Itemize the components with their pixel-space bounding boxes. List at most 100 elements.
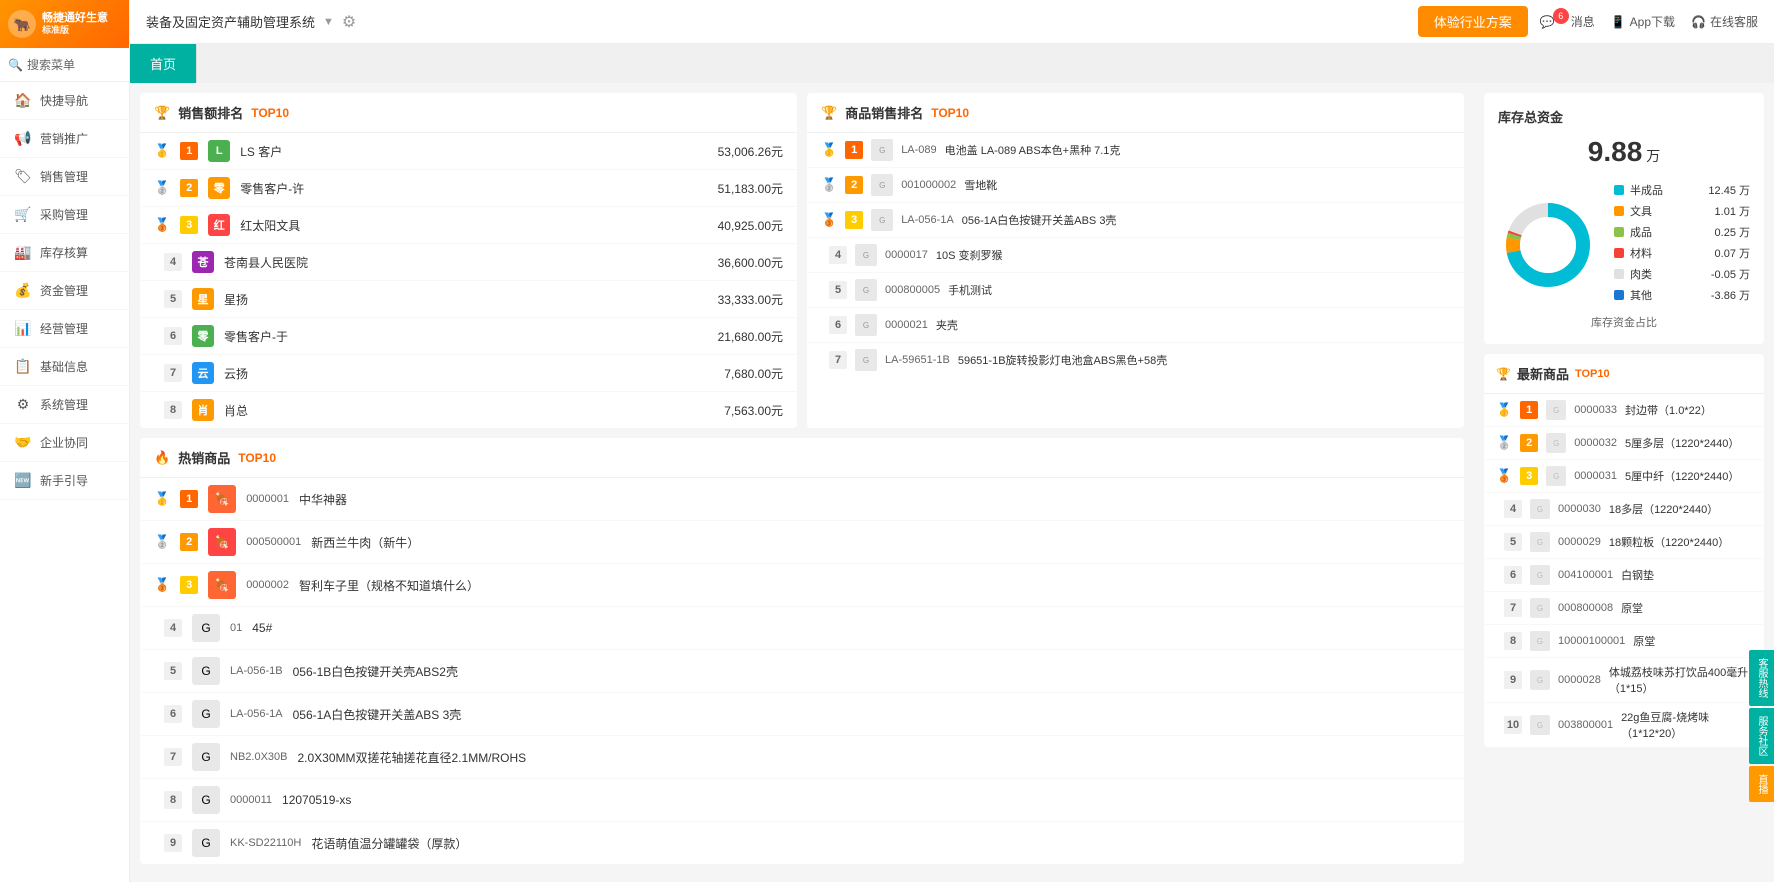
hot-code: LA-056-1A [230, 708, 283, 720]
new-prod-code: 0000028 [1558, 674, 1601, 686]
hot-img: G [192, 614, 220, 642]
hot-name: 智利车子里（规格不知道填什么） [299, 577, 1450, 594]
sidebar-nav: 🏠快捷导航📢营销推广🏷销售管理🛒采购管理🏭库存核算💰资金管理📊经营管理📋基础信息… [0, 82, 129, 882]
trial-button[interactable]: 体验行业方案 [1418, 6, 1528, 37]
rank-num: 7 [164, 364, 182, 382]
legend-name: 成品 [1630, 224, 1709, 240]
sidebar-item-inventory[interactable]: 🏭库存核算 [0, 234, 129, 272]
rank-trophy: 🥇 [154, 143, 170, 159]
hot-rank-num: 2 [180, 533, 198, 551]
rank-num: 6 [164, 327, 182, 345]
product-sales-body: 🥇 1 G LA-089 电池盖 LA-089 ABS本色+黑种 7.1克 🥈 … [807, 133, 1464, 377]
search-menu[interactable]: 🔍 搜索菜单 [0, 48, 129, 82]
hot-products-panel: 🔥 热销商品 TOP10 🥇 1 🍖 0000001 中华神器 🥈 2 🍖 00… [140, 438, 1464, 864]
new-product-item: 9 G 0000028 体城荔枝味苏打饮品400毫升（1*15） [1484, 658, 1764, 703]
new-rank-num: 8 [1504, 632, 1522, 650]
new-rank-num: 10 [1504, 716, 1522, 734]
legend-name: 材料 [1630, 245, 1709, 261]
sidebar-item-purchase[interactable]: 🛒采购管理 [0, 196, 129, 234]
nav-icon-purchase: 🛒 [14, 206, 32, 223]
rank-num: 4 [164, 253, 182, 271]
ranking-row: 7 云 云扬 7,680.00元 [140, 355, 797, 392]
topbar: 装备及固定资产辅助管理系统 ▼ ⚙ 体验行业方案 💬 6 消息 📱 App下载 … [130, 0, 1774, 44]
hot-name: 新西兰牛肉（新牛） [311, 534, 1450, 551]
cs-community[interactable]: 服务社区 [1749, 708, 1774, 764]
cs-live[interactable]: 直播 [1749, 766, 1774, 802]
app-download-btn[interactable]: 📱 App下载 [1611, 13, 1675, 30]
nav-label-guide: 新手引导 [40, 472, 88, 489]
nav-label-enterprise: 企业协同 [40, 434, 88, 451]
product-name: 10S 变刹罗猴 [936, 247, 1450, 263]
hot-item: 5 G LA-056-1B 056-1B白色按键开关壳ABS2壳 [140, 650, 1464, 693]
right-panel: 库存总资金 9.88 万 [1474, 83, 1774, 882]
product-name: 手机测试 [948, 282, 1450, 298]
product-img: G [871, 209, 893, 231]
sidebar-item-marketing[interactable]: 📢营销推广 [0, 120, 129, 158]
product-code: LA-59651-1B [885, 354, 950, 366]
hot-item: 🥉 3 🍖 0000002 智利车子里（规格不知道填什么） [140, 564, 1464, 607]
new-prod-name: 白钢垫 [1621, 567, 1752, 583]
nav-icon-enterprise: 🤝 [14, 434, 32, 451]
hot-products-title: 热销商品 [178, 448, 230, 467]
new-prod-code: 000800008 [1558, 602, 1613, 614]
ranking-row: 5 星 星扬 33,333.00元 [140, 281, 797, 318]
new-prod-name: 封边带（1.0*22） [1625, 402, 1752, 418]
sidebar-item-sales[interactable]: 🏷销售管理 [0, 158, 129, 196]
new-prod-img: G [1546, 433, 1566, 453]
rank-amount: 7,680.00元 [724, 365, 783, 382]
logo-area: 🐂 畅捷通好生意 标准版 [0, 0, 129, 48]
rank-avatar: 零 [192, 325, 214, 347]
nav-icon-inventory: 🏭 [14, 244, 32, 261]
new-prod-img: G [1530, 715, 1550, 735]
settings-icon[interactable]: ⚙ [342, 12, 356, 32]
notifications-btn[interactable]: 💬 6 消息 [1540, 13, 1595, 30]
legend-val: -3.86 万 [1711, 287, 1750, 303]
legend-item: 其他 -3.86 万 [1614, 287, 1750, 303]
product-rank-row: 🥇 1 G LA-089 电池盖 LA-089 ABS本色+黑种 7.1克 [807, 133, 1464, 168]
tab-home[interactable]: 首页 [130, 44, 197, 83]
new-prod-name: 22g鱼豆腐-烧烤味（1*12*20） [1621, 709, 1752, 741]
rank-name: 云扬 [224, 365, 714, 382]
product-rank-num: 3 [845, 211, 863, 229]
sidebar-item-guide[interactable]: 🆕 新手引导 [0, 462, 129, 500]
legend-name: 半成品 [1630, 182, 1702, 198]
sidebar-item-quick-nav[interactable]: 🏠快捷导航 [0, 82, 129, 120]
rank-name: 苍南县人民医院 [224, 254, 708, 271]
top-panels-row: 🏆 销售额排名 TOP10 🥇 1 L LS 客户 53,006.26元 🥈 2… [140, 93, 1464, 428]
cs-hotline[interactable]: 客服热线 [1749, 650, 1774, 706]
sidebar-item-finance[interactable]: 💰资金管理 [0, 272, 129, 310]
hot-trophy-icon: 🔥 [154, 450, 170, 466]
sidebar-item-system[interactable]: ⚙系统管理 [0, 386, 129, 424]
sidebar-item-enterprise[interactable]: 🤝 企业协同 [0, 424, 129, 462]
hot-code: 0000001 [246, 493, 289, 505]
nav-label-finance: 资金管理 [40, 282, 88, 299]
hot-name: 056-1A白色按键开关盖ABS 3壳 [293, 706, 1450, 723]
new-products-title: 最新商品 [1517, 364, 1569, 383]
new-prod-name: 原堂 [1621, 600, 1752, 616]
product-rank-row: 🥈 2 G 001000002 雪地靴 [807, 168, 1464, 203]
nav-icon-guide: 🆕 [14, 472, 32, 489]
rank-amount: 51,183.00元 [718, 180, 783, 197]
app-version: 标准版 [42, 25, 108, 37]
topbar-system: 装备及固定资产辅助管理系统 ▼ ⚙ [146, 12, 1406, 32]
hot-img: 🍖 [208, 528, 236, 556]
new-prod-img: G [1530, 532, 1550, 552]
sidebar-item-base-info[interactable]: 📋基础信息 [0, 348, 129, 386]
logo-text: 畅捷通好生意 标准版 [42, 11, 108, 37]
online-service-btn[interactable]: 🎧 在线客服 [1691, 13, 1758, 30]
dropdown-arrow-icon[interactable]: ▼ [323, 16, 334, 28]
inventory-card: 库存总资金 9.88 万 [1484, 93, 1764, 344]
product-sales-panel: 🏆 商品销售排名 TOP10 🥇 1 G LA-089 电池盖 LA-089 A… [807, 93, 1464, 428]
new-prod-code: 003800001 [1558, 719, 1613, 731]
rank-name: 零售客户-许 [240, 180, 707, 197]
rank-name: 肖总 [224, 402, 714, 419]
sidebar-item-operations[interactable]: 📊经营管理 [0, 310, 129, 348]
ranking-row: 🥇 1 L LS 客户 53,006.26元 [140, 133, 797, 170]
sales-ranking-table: 🥇 1 L LS 客户 53,006.26元 🥈 2 零 零售客户-许 51,1… [140, 133, 797, 428]
new-rank-trophy: 🥈 [1496, 435, 1512, 451]
hot-code: NB2.0X30B [230, 751, 287, 763]
new-products-body: 🥇 1 G 0000033 封边带（1.0*22） 🥈 2 G 0000032 … [1484, 394, 1764, 747]
hot-rank-num: 3 [180, 576, 198, 594]
legend-val: 12.45 万 [1708, 182, 1750, 198]
chart-area: 半成品 12.45 万 文具 1.01 万 成品 0.25 万 材料 0.07 … [1498, 182, 1750, 308]
